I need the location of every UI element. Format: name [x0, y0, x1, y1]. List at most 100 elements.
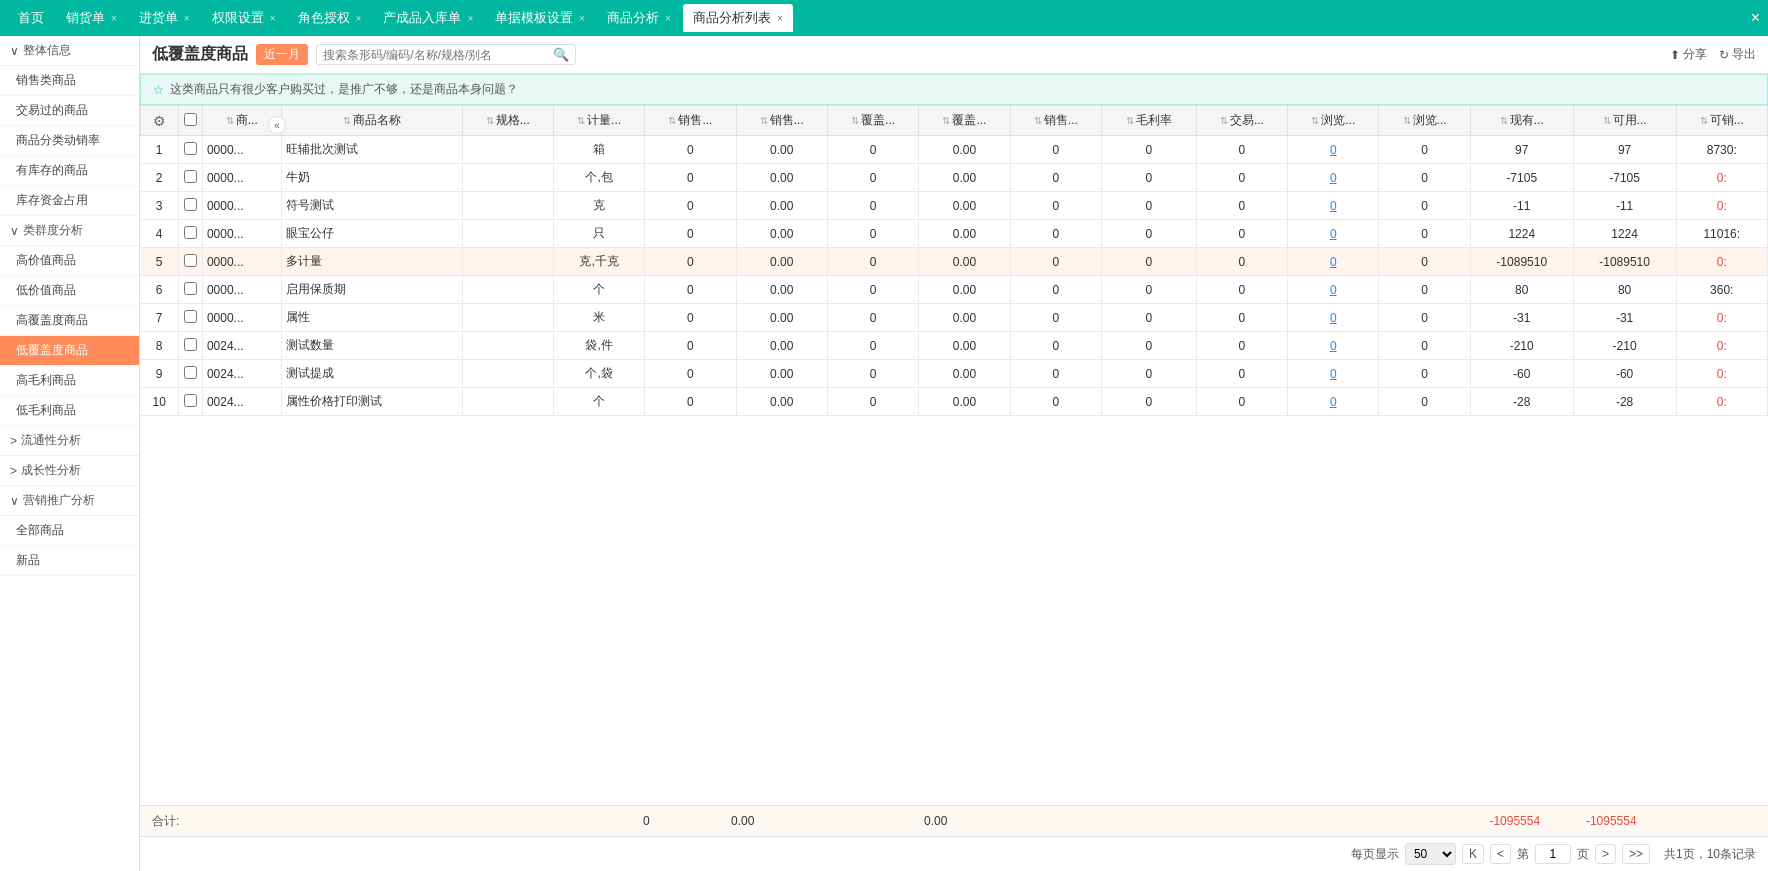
row-unit: 克,千克 — [553, 248, 644, 276]
row-cover1: 0 — [827, 388, 918, 416]
row-checkbox[interactable] — [184, 226, 197, 239]
row-sales-amt: 0.00 — [736, 136, 827, 164]
row-checkbox-cell[interactable] — [178, 304, 202, 332]
sidebar-item-category-rate[interactable]: 商品分类动销率 — [0, 126, 139, 156]
sidebar-item-low-value[interactable]: 低价值商品 — [0, 276, 139, 306]
col-settings[interactable]: ⚙ — [141, 106, 179, 136]
prev-page-button[interactable]: < — [1490, 844, 1511, 864]
row-checkbox[interactable] — [184, 338, 197, 351]
row-checkbox[interactable] — [184, 198, 197, 211]
close-icon[interactable]: × — [270, 13, 276, 24]
sidebar-item-stock-capital[interactable]: 库存资金占用 — [0, 186, 139, 216]
select-all-checkbox[interactable] — [184, 113, 197, 126]
nav-tab-role[interactable]: 角色授权 × — [288, 4, 372, 32]
table-wrapper: ⚙ ⇅商... ⇅商品名称 ⇅规格... ⇅计量... ⇅销售... ⇅销售..… — [140, 105, 1768, 805]
row-sales-amt: 0.00 — [736, 276, 827, 304]
row-checkbox-cell[interactable] — [178, 388, 202, 416]
per-page-select[interactable]: 50 100 200 — [1405, 843, 1456, 865]
last-page-button[interactable]: >> — [1622, 844, 1650, 864]
row-view1-link[interactable]: 0 — [1288, 164, 1379, 192]
close-icon[interactable]: × — [356, 13, 362, 24]
export-button[interactable]: ↻ 导出 — [1719, 46, 1756, 63]
footer-empty6 — [1081, 812, 1178, 830]
sidebar-item-low-coverage[interactable]: 低覆盖度商品 — [0, 336, 139, 366]
footer-empty8 — [1274, 812, 1371, 830]
search-icon: 🔍 — [553, 47, 569, 62]
row-checkbox-cell[interactable] — [178, 136, 202, 164]
row-view1-link[interactable]: 0 — [1288, 220, 1379, 248]
close-icon[interactable]: × — [111, 13, 117, 24]
close-icon[interactable]: × — [777, 13, 783, 24]
row-view1-link[interactable]: 0 — [1288, 192, 1379, 220]
close-icon[interactable]: × — [184, 13, 190, 24]
search-box[interactable]: 🔍 — [316, 44, 576, 65]
col-cover1: ⇅覆盖... — [827, 106, 918, 136]
row-current-stock: -31 — [1470, 304, 1573, 332]
sidebar-collapse-button[interactable]: « — [268, 116, 286, 134]
row-checkbox-cell[interactable] — [178, 248, 202, 276]
row-view1-link[interactable]: 0 — [1288, 332, 1379, 360]
sidebar-item-high-coverage[interactable]: 高覆盖度商品 — [0, 306, 139, 336]
row-view1-link[interactable]: 0 — [1288, 136, 1379, 164]
sidebar-item-low-margin[interactable]: 低毛利商品 — [0, 396, 139, 426]
footer-available: -1095554 — [1563, 812, 1660, 830]
row-current-stock: 1224 — [1470, 220, 1573, 248]
table-row: 5 0000... 多计量 克,千克 0 0.00 0 0.00 0 0 0 0… — [141, 248, 1768, 276]
row-checkbox-cell[interactable] — [178, 164, 202, 192]
row-checkbox[interactable] — [184, 310, 197, 323]
footer-cell-empty2 — [309, 812, 406, 830]
col-checkbox[interactable] — [178, 106, 202, 136]
nav-tab-template[interactable]: 单据模板设置 × — [485, 4, 595, 32]
row-checkbox[interactable] — [184, 366, 197, 379]
sidebar-section-growth[interactable]: > 成长性分析 — [0, 456, 139, 486]
row-checkbox[interactable] — [184, 170, 197, 183]
sidebar-item-high-margin[interactable]: 高毛利商品 — [0, 366, 139, 396]
row-spec — [462, 248, 553, 276]
sidebar-item-traded-goods[interactable]: 交易过的商品 — [0, 96, 139, 126]
next-page-button[interactable]: > — [1595, 844, 1616, 864]
table-row: 9 0024... 测试提成 个,袋 0 0.00 0 0.00 0 0 0 0… — [141, 360, 1768, 388]
sidebar-item-high-value[interactable]: 高价值商品 — [0, 246, 139, 276]
nav-tab-product[interactable]: 产成品入库单 × — [373, 4, 483, 32]
row-checkbox-cell[interactable] — [178, 360, 202, 388]
share-button[interactable]: ⬆ 分享 — [1670, 46, 1707, 63]
close-all-tabs-button[interactable]: × — [1751, 9, 1760, 27]
sidebar-section-marketing[interactable]: ∨ 营销推广分析 — [0, 486, 139, 516]
row-checkbox-cell[interactable] — [178, 220, 202, 248]
sidebar-section-group[interactable]: ∨ 类群度分析 — [0, 216, 139, 246]
row-checkbox[interactable] — [184, 394, 197, 407]
row-view1-link[interactable]: 0 — [1288, 276, 1379, 304]
sidebar-item-all-goods[interactable]: 全部商品 — [0, 516, 139, 546]
sidebar-section-flow[interactable]: > 流通性分析 — [0, 426, 139, 456]
row-view1-link[interactable]: 0 — [1288, 388, 1379, 416]
row-view1-link[interactable]: 0 — [1288, 248, 1379, 276]
nav-tab-purchase[interactable]: 进货单 × — [129, 4, 200, 32]
close-icon[interactable]: × — [467, 13, 473, 24]
row-checkbox[interactable] — [184, 142, 197, 155]
row-view1-link[interactable]: 0 — [1288, 360, 1379, 388]
row-checkbox-cell[interactable] — [178, 192, 202, 220]
search-input[interactable] — [323, 48, 549, 62]
nav-tab-permission[interactable]: 权限设置 × — [202, 4, 286, 32]
sidebar-item-stock-goods[interactable]: 有库存的商品 — [0, 156, 139, 186]
close-icon[interactable]: × — [665, 13, 671, 24]
row-checkbox[interactable] — [184, 254, 197, 267]
nav-tab-sales[interactable]: 销货单 × — [56, 4, 127, 32]
row-checkbox-cell[interactable] — [178, 276, 202, 304]
sidebar-section-overall[interactable]: ∨ 整体信息 — [0, 36, 139, 66]
row-gross-margin: 0 — [1101, 332, 1196, 360]
period-button[interactable]: 近一月 — [256, 44, 308, 65]
first-page-button[interactable]: K — [1462, 844, 1484, 864]
close-icon[interactable]: × — [579, 13, 585, 24]
row-checkbox-cell[interactable] — [178, 332, 202, 360]
row-view1-link[interactable]: 0 — [1288, 304, 1379, 332]
page-input[interactable] — [1535, 844, 1571, 864]
row-checkbox[interactable] — [184, 282, 197, 295]
sidebar-item-new-goods[interactable]: 新品 — [0, 546, 139, 576]
row-unit: 箱 — [553, 136, 644, 164]
nav-tab-analysis-list[interactable]: 商品分析列表 × — [683, 4, 793, 32]
row-num: 8 — [141, 332, 179, 360]
nav-tab-home[interactable]: 首页 — [8, 4, 54, 32]
nav-tab-analysis[interactable]: 商品分析 × — [597, 4, 681, 32]
sidebar-item-sales-goods[interactable]: 销售类商品 — [0, 66, 139, 96]
